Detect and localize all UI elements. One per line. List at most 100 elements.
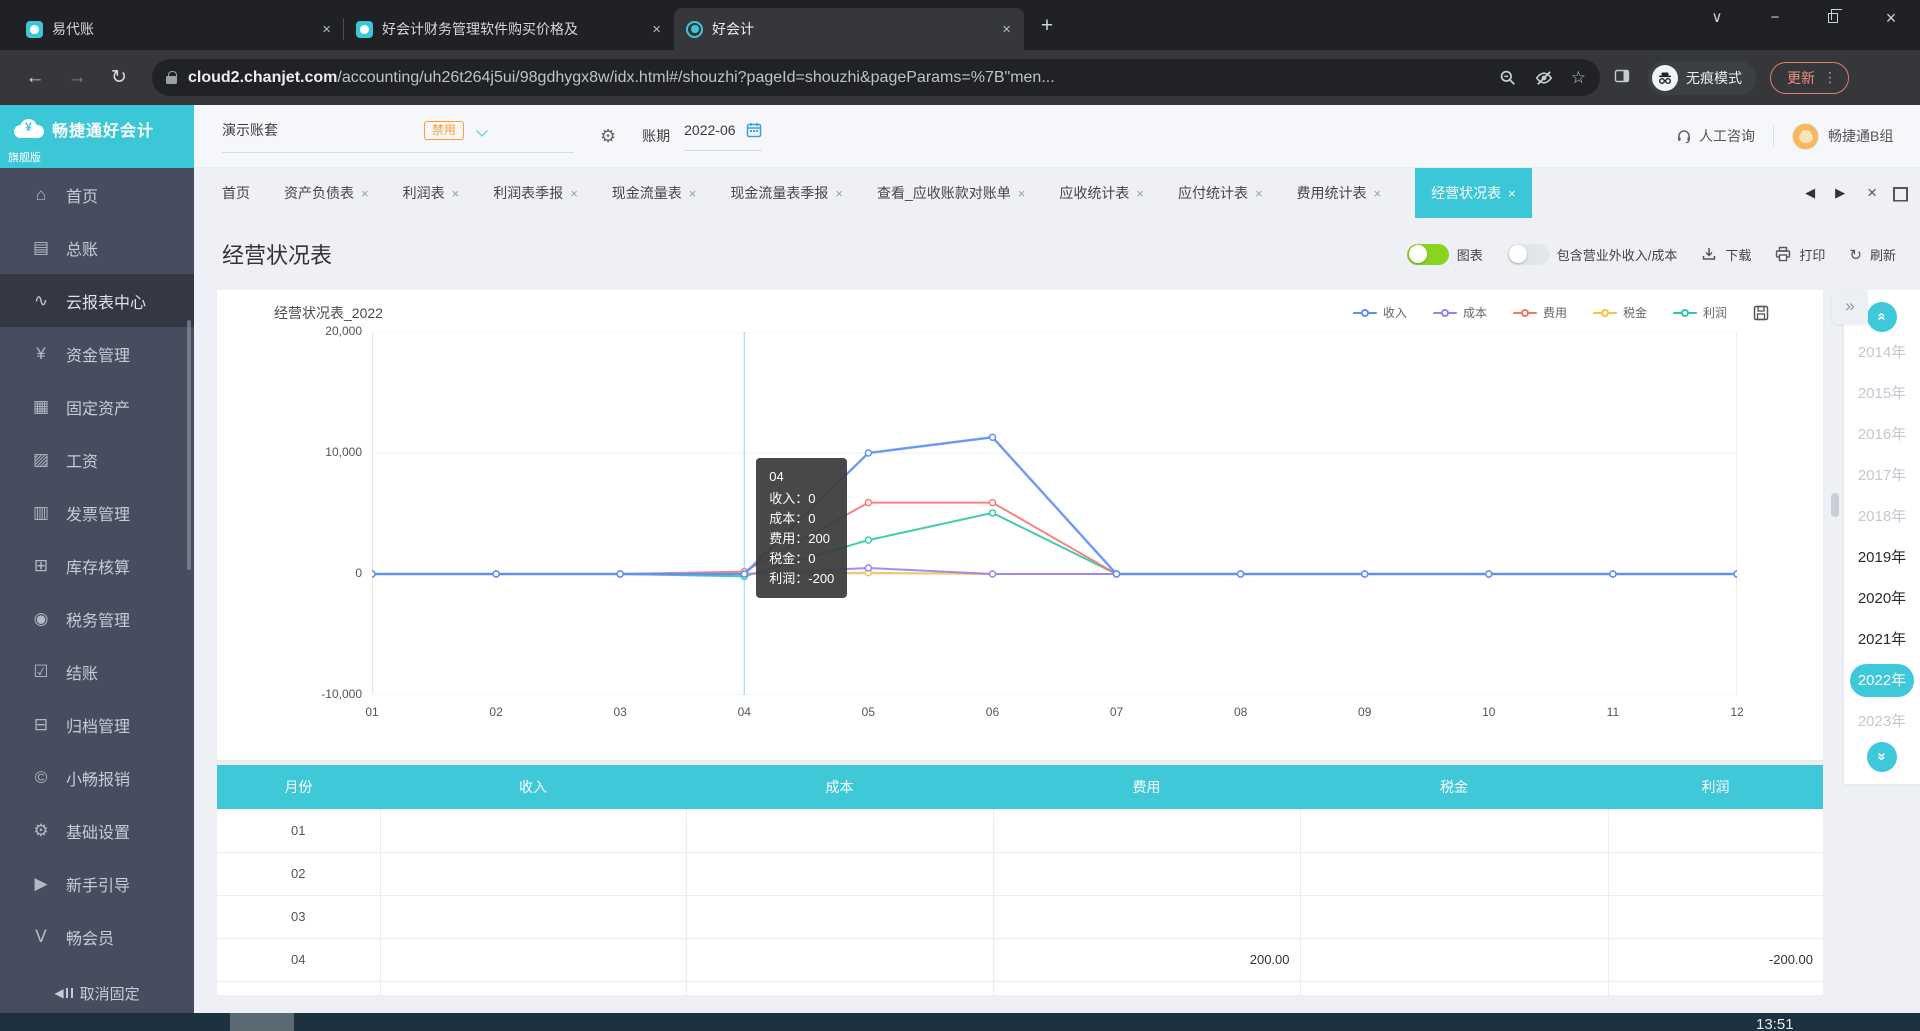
unpin-sidebar-button[interactable]: ◀ 取消固定 <box>0 973 194 1013</box>
zoom-icon[interactable] <box>1499 69 1517 87</box>
report-tab-应付统计表[interactable]: 应付统计表 × <box>1178 168 1263 218</box>
tab-close-icon[interactable]: × <box>1255 186 1263 201</box>
eye-off-icon[interactable] <box>1535 69 1553 87</box>
sidebar-item-总账[interactable]: ▤ 总账 <box>0 221 194 274</box>
report-tab-home[interactable]: 首页 <box>222 168 250 218</box>
report-tab-费用统计表[interactable]: 费用统计表 × <box>1297 168 1382 218</box>
tab-close-icon[interactable]: × <box>689 186 697 201</box>
content-scrollbar[interactable] <box>1831 493 1839 517</box>
address-bar[interactable]: cloud2.chanjet.com/accounting/uh26t264j5… <box>152 59 1600 96</box>
user-avatar[interactable] <box>1792 122 1819 150</box>
year-item-2014年[interactable]: 2014年 <box>1844 332 1920 373</box>
update-menu-dots-icon[interactable]: ⋮ <box>1823 69 1838 86</box>
tab-close-icon[interactable]: × <box>361 186 369 201</box>
sidebar-item-小畅报销[interactable]: © 小畅报销 <box>0 751 194 804</box>
tab-close-icon[interactable]: × <box>999 21 1014 38</box>
years-scroll-down-button[interactable]: » <box>1867 742 1897 772</box>
fullscreen-icon[interactable] <box>1893 187 1906 200</box>
sidebar-item-库存核算[interactable]: ⊞ 库存核算 <box>0 539 194 592</box>
sidebar-item-新手引导[interactable]: ▶ 新手引导 <box>0 857 194 910</box>
report-tab-利润表[interactable]: 利润表 × <box>403 168 460 218</box>
tab-close-icon[interactable]: × <box>649 21 664 38</box>
tab-close-icon[interactable]: × <box>452 186 460 201</box>
update-button[interactable]: 更新 ⋮ <box>1770 61 1849 94</box>
legend-item-利润[interactable]: 利润 <box>1672 304 1727 321</box>
report-tab-现金流量表[interactable]: 现金流量表 × <box>612 168 697 218</box>
include-toggle-switch[interactable] <box>1506 243 1549 265</box>
sidebar-scrollbar[interactable] <box>187 320 191 570</box>
legend-item-税金[interactable]: 税金 <box>1592 304 1647 321</box>
sidebar-item-资金管理[interactable]: ¥ 资金管理 <box>0 327 194 380</box>
incognito-badge[interactable]: 无痕模式 <box>1648 60 1756 95</box>
settings-gear-icon[interactable]: ⚙ <box>600 126 616 147</box>
year-item-2015年[interactable]: 2015年 <box>1844 373 1920 414</box>
chevron-down-icon[interactable] <box>476 124 488 137</box>
side-panel-icon[interactable] <box>1614 68 1634 88</box>
sidebar-item-发票管理[interactable]: ▥ 发票管理 <box>0 486 194 539</box>
sidebar-item-首页[interactable]: ⌂ 首页 <box>0 168 194 221</box>
year-item-2017年[interactable]: 2017年 <box>1844 455 1920 496</box>
year-item-2022年[interactable]: 2022年 <box>1850 664 1914 697</box>
account-selector[interactable]: 演示账套 禁用 <box>222 120 574 153</box>
include-toggle[interactable]: 包含营业外收入/成本 <box>1506 243 1677 265</box>
sidebar-item-固定资产[interactable]: ▦ 固定资产 <box>0 380 194 433</box>
year-item-2021年[interactable]: 2021年 <box>1844 619 1920 660</box>
browser-tab-3[interactable]: 好会计 × <box>674 8 1024 50</box>
tab-close-icon[interactable]: × <box>570 186 578 201</box>
table-row[interactable]: 01 <box>217 809 1823 853</box>
legend-item-成本[interactable]: 成本 <box>1432 304 1487 321</box>
year-item-2018年[interactable]: 2018年 <box>1844 496 1920 537</box>
report-tab-经营状况表[interactable]: 经营状况表 × <box>1415 168 1532 218</box>
report-tab-利润表季报[interactable]: 利润表季报 × <box>493 168 578 218</box>
reload-button[interactable]: ↻ <box>98 66 140 89</box>
tab-close-icon[interactable]: × <box>835 186 843 201</box>
legend-item-收入[interactable]: 收入 <box>1352 304 1407 321</box>
tab-close-icon[interactable]: × <box>319 21 334 38</box>
support-link[interactable]: 人工咨询 <box>1676 126 1755 146</box>
year-item-2016年[interactable]: 2016年 <box>1844 414 1920 455</box>
report-tab-查看_应收账款对账单[interactable]: 查看_应收账款对账单 × <box>877 168 1025 218</box>
year-item-2023年[interactable]: 2023年 <box>1844 701 1920 742</box>
legend-item-费用[interactable]: 费用 <box>1512 304 1567 321</box>
sidebar-item-归档管理[interactable]: ⊟ 归档管理 <box>0 698 194 751</box>
table-row[interactable]: 03 <box>217 895 1823 939</box>
back-button[interactable]: ← <box>14 67 56 89</box>
window-restore-button[interactable] <box>1804 0 1862 36</box>
browser-tab-2[interactable]: 好会计财务管理软件购买价格及 × <box>343 8 674 50</box>
sidebar-item-畅会员[interactable]: Ⅴ 畅会员 <box>0 910 194 963</box>
forward-button[interactable]: → <box>56 67 98 89</box>
collapse-rail-icon[interactable]: » <box>1832 290 1868 324</box>
tab-close-icon[interactable]: × <box>1136 186 1144 201</box>
sidebar-item-云报表中心[interactable]: ∿ 云报表中心 <box>0 274 194 327</box>
year-item-2020年[interactable]: 2020年 <box>1844 578 1920 619</box>
sidebar-item-税务管理[interactable]: ◉ 税务管理 <box>0 592 194 645</box>
table-row[interactable]: 02 <box>217 852 1823 896</box>
tab-scroll-left-button[interactable]: ◀ <box>1795 185 1825 201</box>
table-row[interactable]: 04 200.00 -200.00 <box>217 938 1823 982</box>
years-scroll-up-button[interactable]: « <box>1867 302 1897 332</box>
year-item-2019年[interactable]: 2019年 <box>1844 537 1920 578</box>
sidebar-item-工资[interactable]: ▨ 工资 <box>0 433 194 486</box>
taskbar-app-button[interactable] <box>230 1013 294 1031</box>
close-all-tabs-button[interactable]: × <box>1855 183 1889 203</box>
report-tab-资产负债表[interactable]: 资产负债表 × <box>284 168 369 218</box>
download-button[interactable]: 下载 <box>1701 245 1751 264</box>
window-minimize-button[interactable]: − <box>1746 0 1804 36</box>
tab-close-icon[interactable]: × <box>1018 186 1026 201</box>
window-menu-chevron-icon[interactable]: ∨ <box>1688 0 1746 36</box>
period-selector[interactable]: 2022-06 <box>684 122 762 151</box>
refresh-button[interactable]: ↻ 刷新 <box>1849 245 1896 264</box>
window-close-button[interactable]: × <box>1862 0 1920 36</box>
report-tab-应收统计表[interactable]: 应收统计表 × <box>1059 168 1144 218</box>
sidebar-item-基础设置[interactable]: ⚙ 基础设置 <box>0 804 194 857</box>
browser-tab-1[interactable]: 易代账 × <box>14 8 344 50</box>
save-image-icon[interactable] <box>1753 305 1769 321</box>
user-name[interactable]: 畅捷通B组 <box>1828 126 1920 146</box>
print-button[interactable]: 打印 <box>1775 245 1825 264</box>
new-tab-button[interactable]: + <box>1032 12 1062 42</box>
calendar-icon[interactable] <box>746 122 762 138</box>
chart-canvas[interactable] <box>372 332 1737 695</box>
sidebar-item-结账[interactable]: ☑ 结账 <box>0 645 194 698</box>
report-tab-现金流量表季报[interactable]: 现金流量表季报 × <box>730 168 843 218</box>
table-row[interactable] <box>217 981 1823 995</box>
